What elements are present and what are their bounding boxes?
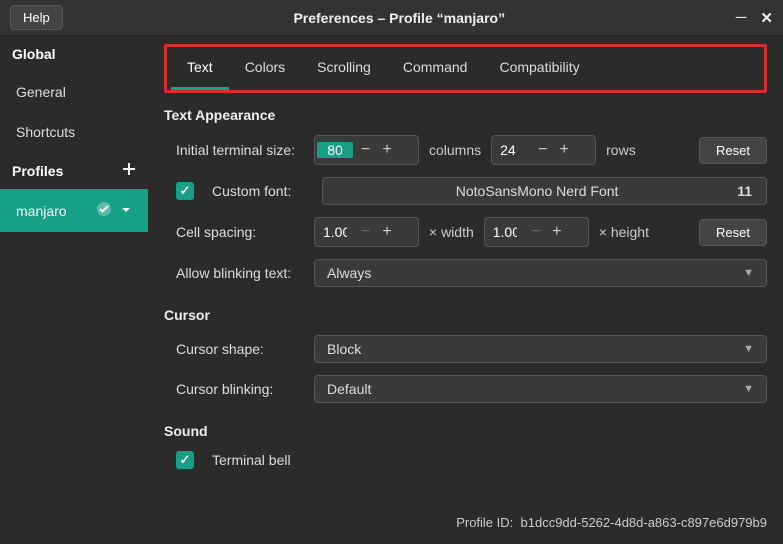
sidebar: Global General Shortcuts Profiles manjar…	[0, 36, 148, 544]
cursor-shape-value: Block	[327, 341, 361, 357]
cursor-blink-value: Default	[327, 381, 371, 397]
sidebar-item-manjaro[interactable]: manjaro	[0, 189, 148, 232]
sidebar-global-label: Global	[12, 46, 56, 62]
custom-font-label: Custom font:	[212, 183, 312, 199]
minimize-button[interactable]: ─	[736, 9, 747, 26]
section-sound: Sound	[164, 423, 767, 439]
cursor-shape-label: Cursor shape:	[164, 341, 304, 357]
cell-height-decrement-icon[interactable]: −	[525, 223, 546, 241]
cell-height-input[interactable]	[485, 224, 525, 240]
sidebar-item-general[interactable]: General	[0, 72, 148, 112]
content-panel: Text Colors Scrolling Command Compatibil…	[148, 36, 783, 544]
footer: Profile ID: b1dcc9dd-5262-4d8d-a863-c897…	[164, 505, 767, 544]
terminal-bell-label: Terminal bell	[212, 452, 291, 468]
rows-unit: rows	[606, 142, 636, 158]
blink-value: Always	[327, 265, 371, 281]
font-size: 11	[737, 183, 752, 199]
tabs-highlight-box: Text Colors Scrolling Command Compatibil…	[164, 44, 767, 93]
tab-command[interactable]: Command	[387, 47, 484, 90]
initial-size-label: Initial terminal size:	[164, 142, 304, 158]
help-button[interactable]: Help	[10, 5, 63, 30]
cell-spacing-label: Cell spacing:	[164, 224, 304, 240]
close-button[interactable]: ✕	[760, 9, 773, 27]
terminal-bell-checkbox[interactable]	[176, 451, 194, 469]
columns-unit: columns	[429, 142, 481, 158]
section-text-appearance: Text Appearance	[164, 107, 767, 123]
rows-input[interactable]	[492, 142, 532, 158]
window-title: Preferences – Profile “manjaro”	[63, 10, 736, 26]
columns-stepper[interactable]: − +	[314, 135, 419, 165]
add-profile-icon[interactable]	[122, 162, 136, 179]
blink-select[interactable]: Always ▼	[314, 259, 767, 287]
columns-increment-icon[interactable]: +	[376, 141, 397, 159]
profile-id-label: Profile ID:	[456, 515, 513, 530]
tab-text[interactable]: Text	[171, 47, 229, 90]
columns-decrement-icon[interactable]: −	[355, 141, 376, 159]
cell-height-unit: × height	[599, 224, 649, 240]
tab-scrolling[interactable]: Scrolling	[301, 47, 387, 90]
cursor-blink-label: Cursor blinking:	[164, 381, 304, 397]
chevron-down-icon: ▼	[743, 343, 754, 355]
sidebar-global-header: Global	[0, 36, 148, 72]
cell-height-increment-icon[interactable]: +	[546, 223, 567, 241]
chevron-down-icon: ▼	[743, 267, 754, 279]
rows-stepper[interactable]: − +	[491, 135, 596, 165]
tab-compatibility[interactable]: Compatibility	[483, 47, 595, 90]
profile-menu-icon[interactable]	[120, 203, 132, 219]
reset-size-button[interactable]: Reset	[699, 137, 767, 164]
blink-label: Allow blinking text:	[164, 265, 304, 281]
cell-width-input[interactable]	[315, 224, 355, 240]
sidebar-profiles-header: Profiles	[0, 152, 148, 189]
chevron-down-icon: ▼	[743, 383, 754, 395]
cell-width-increment-icon[interactable]: +	[376, 223, 397, 241]
section-cursor: Cursor	[164, 307, 767, 323]
profile-id-value: b1dcc9dd-5262-4d8d-a863-c897e6d979b9	[521, 515, 768, 530]
cell-width-unit: × width	[429, 224, 474, 240]
tab-colors[interactable]: Colors	[229, 47, 301, 90]
cell-width-stepper[interactable]: − +	[314, 217, 419, 247]
reset-spacing-button[interactable]: Reset	[699, 219, 767, 246]
cell-width-decrement-icon[interactable]: −	[355, 223, 376, 241]
tabbar: Text Colors Scrolling Command Compatibil…	[171, 47, 760, 90]
sidebar-item-shortcuts[interactable]: Shortcuts	[0, 112, 148, 152]
check-icon	[96, 201, 112, 220]
rows-decrement-icon[interactable]: −	[532, 141, 553, 159]
profile-name-label: manjaro	[16, 203, 67, 219]
cursor-blink-select[interactable]: Default ▼	[314, 375, 767, 403]
font-chooser-button[interactable]: NotoSansMono Nerd Font 11	[322, 177, 767, 205]
custom-font-checkbox[interactable]	[176, 182, 194, 200]
sidebar-profiles-label: Profiles	[12, 163, 63, 179]
titlebar: Help Preferences – Profile “manjaro” ─ ✕	[0, 0, 783, 36]
columns-input[interactable]	[317, 142, 353, 158]
cell-height-stepper[interactable]: − +	[484, 217, 589, 247]
cursor-shape-select[interactable]: Block ▼	[314, 335, 767, 363]
font-name: NotoSansMono Nerd Font	[337, 183, 737, 199]
rows-increment-icon[interactable]: +	[553, 141, 574, 159]
